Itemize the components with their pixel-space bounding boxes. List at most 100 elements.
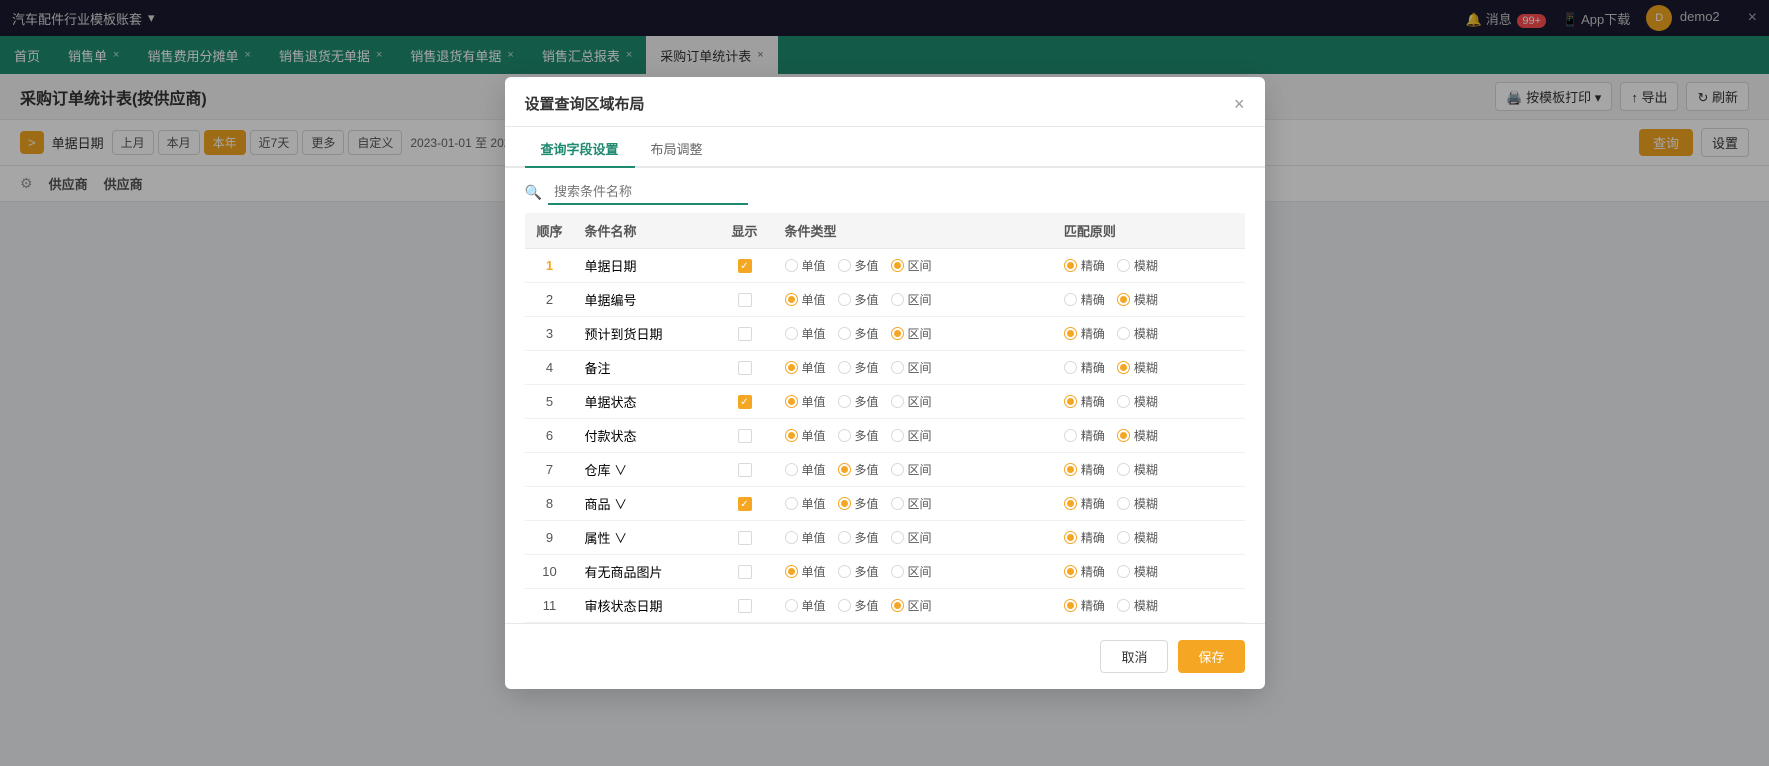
radio-condition-type-item[interactable]: 单值 <box>785 529 826 546</box>
radio-condition-type-item[interactable]: 单值 <box>785 461 826 478</box>
checkbox[interactable] <box>738 429 752 443</box>
checkbox[interactable] <box>738 463 752 477</box>
table-row: 7仓库 ∨单值多值区间精确模糊 <box>525 453 1245 487</box>
radio-selected <box>1064 259 1077 272</box>
row-display-checkbox[interactable] <box>715 283 775 317</box>
radio-match-rule-item[interactable]: 精确 <box>1064 325 1105 342</box>
radio-match-rule-item[interactable]: 模糊 <box>1117 495 1158 512</box>
radio-match-rule-item[interactable]: 模糊 <box>1117 563 1158 580</box>
radio-selected <box>1064 531 1077 544</box>
checkbox[interactable] <box>738 599 752 613</box>
radio-condition-type-item[interactable]: 区间 <box>891 427 932 444</box>
checkbox[interactable] <box>738 565 752 579</box>
radio-condition-type-item[interactable]: 多值 <box>838 359 879 376</box>
checkbox[interactable] <box>738 361 752 375</box>
radio-match-rule-item[interactable]: 精确 <box>1064 393 1105 410</box>
row-display-checkbox[interactable] <box>715 589 775 623</box>
checkbox[interactable]: ✓ <box>738 497 752 511</box>
radio-match-rule-item[interactable]: 模糊 <box>1117 325 1158 342</box>
radio-condition-type-item[interactable]: 单值 <box>785 325 826 342</box>
radio-match-rule-item[interactable]: 模糊 <box>1117 529 1158 546</box>
row-display-checkbox[interactable] <box>715 419 775 453</box>
radio-condition-type-item[interactable]: 多值 <box>838 529 879 546</box>
radio-condition-type-item[interactable]: 多值 <box>838 325 879 342</box>
row-display-checkbox[interactable] <box>715 453 775 487</box>
radio-match-rule-item[interactable]: 模糊 <box>1117 597 1158 614</box>
cancel-button[interactable]: 取消 <box>1100 640 1168 673</box>
radio-condition-type-item[interactable]: 区间 <box>891 563 932 580</box>
radio-condition-type-item[interactable]: 单值 <box>785 427 826 444</box>
radio-match-rule-item[interactable]: 精确 <box>1064 427 1105 444</box>
row-condition-name: 有无商品图片 <box>575 555 715 589</box>
radio-match-rule-item[interactable]: 精确 <box>1064 563 1105 580</box>
radio-condition-type-item[interactable]: 单值 <box>785 597 826 614</box>
radio-match-rule-item[interactable]: 模糊 <box>1117 257 1158 274</box>
radio-match-rule-item[interactable]: 模糊 <box>1117 291 1158 308</box>
row-display-checkbox[interactable] <box>715 317 775 351</box>
radio-unselected <box>891 293 904 306</box>
radio-condition-type-item[interactable]: 多值 <box>838 257 879 274</box>
row-match-rules: 精确模糊 <box>1054 351 1245 385</box>
checkbox[interactable] <box>738 293 752 307</box>
modal-tab-layout[interactable]: 布局调整 <box>635 131 719 168</box>
modal-dialog: 设置查询区域布局 × 查询字段设置 布局调整 🔍 顺序 条件名称 显示 条件类型 <box>505 77 1265 689</box>
radio-match-rule-item[interactable]: 精确 <box>1064 495 1105 512</box>
checkbox[interactable] <box>738 327 752 341</box>
radio-condition-type-item[interactable]: 多值 <box>838 461 879 478</box>
radio-condition-type-item[interactable]: 单值 <box>785 291 826 308</box>
radio-match-rule-item[interactable]: 模糊 <box>1117 359 1158 376</box>
radio-condition-type-item[interactable]: 多值 <box>838 563 879 580</box>
radio-condition-type-item[interactable]: 多值 <box>838 427 879 444</box>
radio-condition-type-item[interactable]: 区间 <box>891 325 932 342</box>
radio-condition-type-item[interactable]: 多值 <box>838 495 879 512</box>
checkbox[interactable]: ✓ <box>738 259 752 273</box>
save-button[interactable]: 保存 <box>1178 640 1244 673</box>
row-display-checkbox[interactable]: ✓ <box>715 385 775 419</box>
radio-match-rule-item[interactable]: 模糊 <box>1117 427 1158 444</box>
row-display-checkbox[interactable] <box>715 351 775 385</box>
checkbox[interactable]: ✓ <box>738 395 752 409</box>
radio-condition-type-item[interactable]: 区间 <box>891 393 932 410</box>
radio-match-rule-item[interactable]: 精确 <box>1064 597 1105 614</box>
radio-condition-type-item[interactable]: 多值 <box>838 597 879 614</box>
radio-condition-type-item[interactable]: 区间 <box>891 291 932 308</box>
row-display-checkbox[interactable]: ✓ <box>715 487 775 521</box>
radio-condition-type-item[interactable]: 区间 <box>891 597 932 614</box>
radio-condition-type-item[interactable]: 单值 <box>785 257 826 274</box>
radio-selected <box>1064 463 1077 476</box>
radio-condition-type-item[interactable]: 多值 <box>838 291 879 308</box>
row-match-rules: 精确模糊 <box>1054 385 1245 419</box>
radio-condition-type-item[interactable]: 多值 <box>838 393 879 410</box>
radio-unselected <box>1117 565 1130 578</box>
checkbox[interactable] <box>738 531 752 545</box>
radio-match-rule-item[interactable]: 模糊 <box>1117 393 1158 410</box>
search-input[interactable] <box>548 180 748 205</box>
radio-condition-type-item[interactable]: 区间 <box>891 461 932 478</box>
row-match-rules: 精确模糊 <box>1054 589 1245 623</box>
radio-condition-type-item[interactable]: 区间 <box>891 529 932 546</box>
radio-match-rule-item[interactable]: 精确 <box>1064 257 1105 274</box>
radio-selected <box>838 497 851 510</box>
radio-unselected <box>1064 361 1077 374</box>
row-condition-types: 单值多值区间 <box>775 487 1054 521</box>
row-condition-types: 单值多值区间 <box>775 351 1054 385</box>
radio-condition-type-item[interactable]: 单值 <box>785 563 826 580</box>
radio-match-rule-item[interactable]: 精确 <box>1064 529 1105 546</box>
row-display-checkbox[interactable] <box>715 521 775 555</box>
row-display-checkbox[interactable] <box>715 555 775 589</box>
radio-unselected <box>1117 463 1130 476</box>
radio-condition-type-item[interactable]: 区间 <box>891 257 932 274</box>
radio-condition-type-item[interactable]: 区间 <box>891 495 932 512</box>
radio-unselected <box>838 259 851 272</box>
radio-match-rule-item[interactable]: 模糊 <box>1117 461 1158 478</box>
radio-condition-type-item[interactable]: 单值 <box>785 359 826 376</box>
radio-condition-type-item[interactable]: 单值 <box>785 495 826 512</box>
radio-condition-type-item[interactable]: 区间 <box>891 359 932 376</box>
radio-match-rule-item[interactable]: 精确 <box>1064 291 1105 308</box>
radio-condition-type-item[interactable]: 单值 <box>785 393 826 410</box>
radio-match-rule-item[interactable]: 精确 <box>1064 359 1105 376</box>
radio-match-rule-item[interactable]: 精确 <box>1064 461 1105 478</box>
modal-tab-query-fields[interactable]: 查询字段设置 <box>525 131 635 168</box>
modal-close-button[interactable]: × <box>1234 95 1245 113</box>
row-display-checkbox[interactable]: ✓ <box>715 249 775 283</box>
